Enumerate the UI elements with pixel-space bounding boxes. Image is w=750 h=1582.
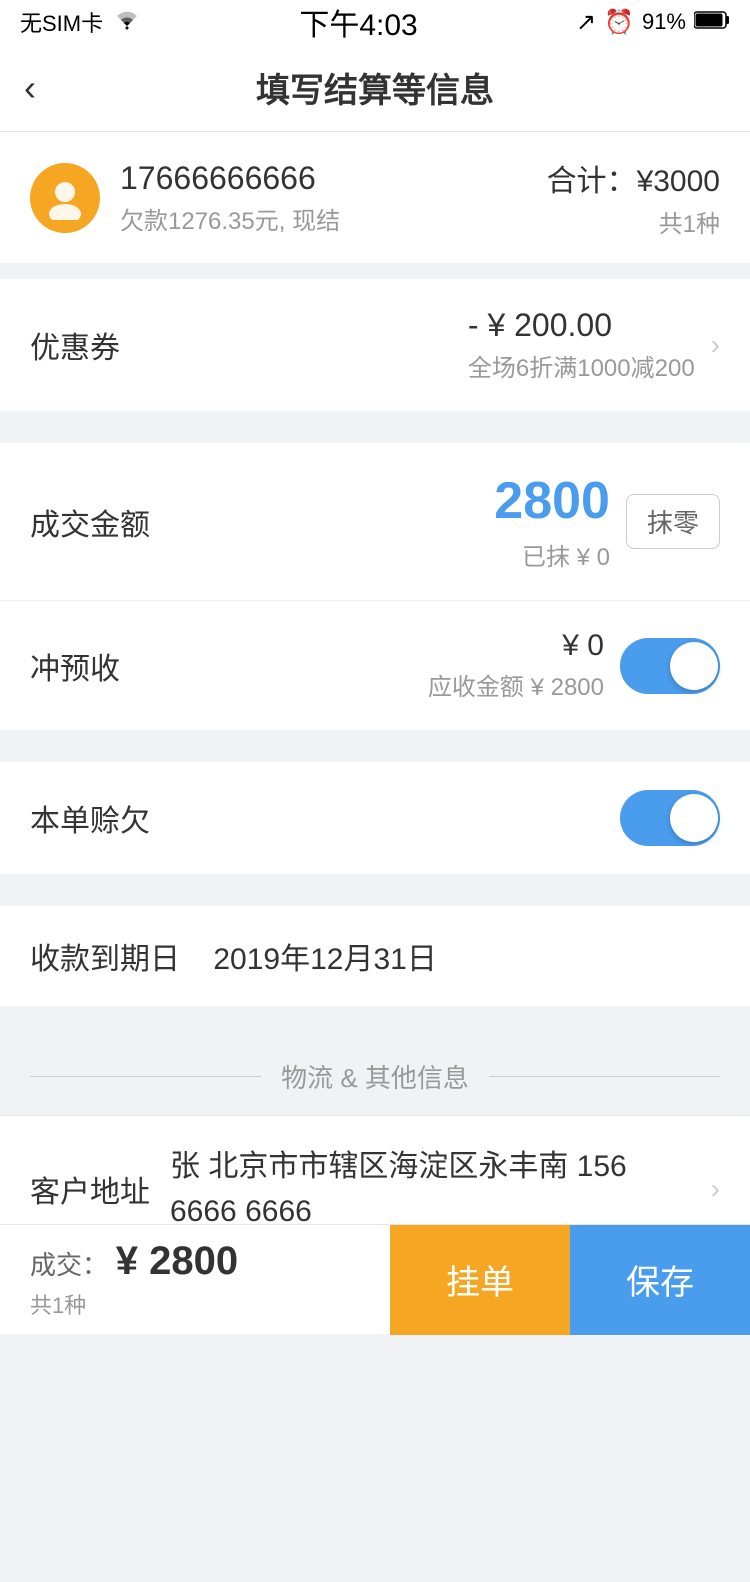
deal-amount-row: 成交金额 2800 已抹 ¥ 0 抹零: [0, 443, 750, 601]
debt-toggle[interactable]: [620, 790, 720, 846]
back-button[interactable]: ‹: [24, 67, 36, 109]
nav-bar: ‹ 填写结算等信息: [0, 44, 750, 132]
status-right: ↗ ⏰ 91%: [576, 8, 730, 37]
customer-left: 17666666666 欠款1276.35元, 现结: [30, 160, 340, 236]
divider-1: [0, 427, 750, 443]
customer-info: 17666666666 欠款1276.35元, 现结: [120, 160, 340, 236]
due-date-value: 2019年12月31日: [213, 943, 436, 976]
prepayment-right: ¥ 0 应收金额 ¥ 2800: [428, 629, 720, 702]
customer-phone: 17666666666: [120, 160, 340, 197]
bottom-count: 共1种: [30, 1288, 360, 1320]
content-area: 17666666666 欠款1276.35元, 现结 合计：¥3000 共1种 …: [0, 132, 750, 1582]
debt-right: [620, 790, 720, 846]
address-chevron: ›: [711, 1173, 720, 1205]
sim-label: 无SIM卡: [20, 6, 103, 38]
discount-label: 优惠券: [30, 323, 120, 367]
bottom-deal-line: 成交： ¥ 2800: [30, 1239, 360, 1284]
hang-button[interactable]: 挂单: [390, 1225, 570, 1335]
due-date-row: 收款到期日 2019年12月31日: [0, 906, 750, 1006]
discount-row[interactable]: 优惠券 - ¥ 200.00 全场6折满1000减200 ›: [0, 279, 750, 411]
bottom-amount: ¥ 2800: [116, 1239, 238, 1283]
logistics-section-label: 物流 & 其他信息: [0, 1038, 750, 1115]
total-value: ¥3000: [637, 165, 720, 198]
save-button[interactable]: 保存: [570, 1225, 750, 1335]
deal-amount-value-block: 2800 已抹 ¥ 0: [494, 471, 610, 572]
divider-3: [0, 890, 750, 906]
prepayment-value: ¥ 0: [428, 629, 604, 663]
prepayment-label: 冲预收: [30, 644, 120, 688]
prepayment-row: 冲预收 ¥ 0 应收金额 ¥ 2800: [0, 601, 750, 730]
discount-desc: 全场6折满1000减200: [468, 348, 695, 383]
status-bar: 无SIM卡 下午4:03 ↗ ⏰ 91%: [0, 0, 750, 44]
deal-amount-right: 2800 已抹 ¥ 0 抹零: [494, 471, 720, 572]
discount-chevron: ›: [711, 329, 720, 361]
deal-amount-label: 成交金额: [30, 500, 150, 544]
discount-value-block: - ¥ 200.00 全场6折满1000减200: [468, 307, 695, 383]
divider-4: [0, 1022, 750, 1038]
status-time: 下午4:03: [299, 0, 417, 44]
alarm-icon: ⏰: [604, 8, 634, 37]
deal-amount-value: 2800: [494, 471, 610, 531]
battery-label: 91%: [642, 9, 686, 35]
address-value: 张 北京市市辖区海淀区永丰南 156 6666 6666: [170, 1144, 695, 1234]
address-label: 客户地址: [30, 1167, 150, 1211]
prepayment-sub: 应收金额 ¥ 2800: [428, 667, 604, 702]
discount-section: 优惠券 - ¥ 200.00 全场6折满1000减200 ›: [0, 279, 750, 411]
bottom-summary: 成交： ¥ 2800 共1种: [0, 1239, 390, 1320]
customer-total: 合计：¥3000 共1种: [547, 156, 720, 239]
divider-2: [0, 746, 750, 762]
due-date-section: 收款到期日 2019年12月31日: [0, 906, 750, 1006]
amount-section: 成交金额 2800 已抹 ¥ 0 抹零 冲预收 ¥ 0 应收金额 ¥ 2800: [0, 443, 750, 730]
bottom-deal-label: 成交：: [30, 1250, 108, 1280]
prepayment-value-block: ¥ 0 应收金额 ¥ 2800: [428, 629, 604, 702]
customer-card: 17666666666 欠款1276.35元, 现结 合计：¥3000 共1种: [0, 132, 750, 263]
total-label: 合计：: [547, 165, 637, 198]
total-amount: 合计：¥3000: [547, 156, 720, 200]
debt-toggle-thumb: [670, 794, 718, 842]
prepayment-toggle[interactable]: [620, 638, 720, 694]
due-date-label: 收款到期日 2019年12月31日: [30, 934, 437, 978]
wifi-icon: [113, 8, 141, 37]
customer-debt: 欠款1276.35元, 现结: [120, 201, 340, 236]
avatar: [30, 163, 100, 233]
debt-label: 本单赊欠: [30, 796, 150, 840]
discount-right: - ¥ 200.00 全场6折满1000减200 ›: [468, 307, 720, 383]
logistics-label-text: 物流 & 其他信息: [281, 1058, 469, 1095]
discount-value: - ¥ 200.00: [468, 307, 695, 344]
battery-icon: [694, 8, 730, 36]
deal-amount-sub: 已抹 ¥ 0: [494, 537, 610, 572]
page-title: 填写结算等信息: [256, 63, 494, 112]
debt-row: 本单赊欠: [0, 762, 750, 874]
toggle-thumb: [670, 642, 718, 690]
location-icon: ↗: [576, 8, 596, 37]
round-zero-button[interactable]: 抹零: [626, 494, 720, 549]
status-left: 无SIM卡: [20, 6, 141, 38]
debt-section: 本单赊欠: [0, 762, 750, 874]
bottom-bar: 成交： ¥ 2800 共1种 挂单 保存: [0, 1224, 750, 1334]
total-count: 共1种: [547, 204, 720, 239]
